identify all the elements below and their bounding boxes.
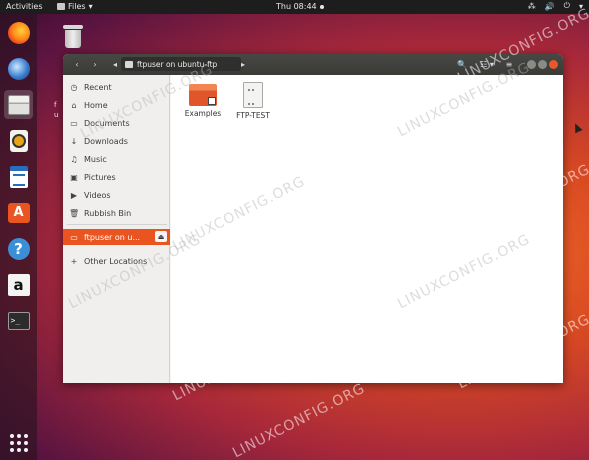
dock-help[interactable]: ? (4, 234, 33, 263)
dock-software[interactable]: A (4, 198, 33, 227)
network-icon: ⁂ (527, 1, 536, 11)
volume-icon: 🔊 (544, 1, 555, 11)
files-icon (7, 94, 30, 115)
sidebar-item-label: Recent (84, 82, 112, 92)
home-icon: ⌂ (71, 100, 77, 110)
terminal-icon: >_ (7, 311, 30, 330)
file-name: Examples (184, 109, 222, 118)
search-button[interactable]: 🔍 (456, 58, 468, 71)
trash-icon: 🗑 (69, 208, 80, 218)
sidebar-item-pictures[interactable]: ▣ Pictures (63, 169, 170, 185)
activities-button[interactable]: Activities (6, 2, 43, 11)
sidebar-item-documents[interactable]: ▭ Documents (63, 115, 170, 131)
desktop-trash-icon[interactable] (63, 25, 83, 49)
text-file-icon (243, 82, 263, 108)
dock: A ? a >_ (0, 14, 37, 460)
system-status-menu[interactable]: ⁂ 🔊 ⏻ ▾ (528, 1, 583, 11)
dock-thunderbird[interactable] (4, 54, 33, 83)
folder-link-icon (189, 84, 217, 106)
camera-icon: ▣ (70, 172, 78, 182)
network-drive-icon: ▭ (70, 232, 78, 242)
sidebar-item-label: Videos (84, 190, 111, 200)
clock-icon: ◷ (70, 82, 78, 92)
path-scroll-left-button[interactable]: ◂ (110, 58, 120, 71)
dock-terminal[interactable]: >_ (4, 306, 33, 335)
path-location-button[interactable]: ftpuser on ubuntu-ftp (121, 57, 241, 71)
sidebar-item-label: Home (84, 100, 108, 110)
thunderbird-icon (7, 57, 30, 80)
dock-writer[interactable] (4, 162, 33, 191)
app-menu-label: Files (68, 2, 86, 11)
amazon-icon: a (7, 273, 30, 296)
sidebar-item-label: Documents (84, 118, 130, 128)
chevron-down-icon: ▾ (88, 2, 93, 11)
show-applications-button[interactable] (4, 428, 33, 457)
sidebar-item-label: ftpuser on u... (84, 232, 141, 242)
show-apps-icon (9, 433, 28, 452)
sidebar-item-music[interactable]: ♫ Music (63, 151, 170, 167)
document-icon: ▭ (70, 118, 78, 128)
desktop-item-label: f u (54, 101, 59, 119)
minimize-button[interactable] (527, 60, 536, 69)
clock-label: Thu 08:44 (276, 2, 317, 11)
dock-files[interactable] (4, 90, 33, 119)
dock-rhythmbox[interactable] (4, 126, 33, 155)
sidebar-item-ftp-mount[interactable]: ▭ ftpuser on u... ⏏ (63, 229, 170, 245)
file-item-ftp-test[interactable]: FTP-TEST (225, 82, 281, 120)
rhythmbox-icon (9, 129, 28, 152)
help-icon: ? (7, 237, 30, 260)
dock-firefox[interactable] (4, 18, 33, 47)
file-name: FTP-TEST (236, 111, 270, 120)
top-bar: Activities Files ▾ Thu 08:44 ⁂ 🔊 ⏻ ▾ (0, 0, 589, 14)
sidebar-item-rubbish-bin[interactable]: 🗑 Rubbish Bin (63, 205, 170, 221)
sidebar-item-home[interactable]: ⌂ Home (63, 97, 170, 113)
location-label: ftpuser on ubuntu-ftp (137, 59, 218, 69)
eject-icon[interactable]: ⏏ (155, 231, 167, 242)
file-item-examples[interactable]: Examples (175, 82, 231, 118)
file-view[interactable]: Examples FTP-TEST (171, 75, 563, 383)
menu-button[interactable]: ≡ (503, 58, 515, 71)
sidebar-item-label: Other Locations (84, 256, 148, 266)
firefox-icon (7, 21, 30, 44)
chevron-down-icon: ▾ (578, 1, 583, 11)
network-folder-icon (125, 60, 133, 68)
notification-dot (319, 4, 324, 9)
files-window: ‹ › ◂ ftpuser on ubuntu-ftp ▸ 🔍 ☷ ▾ ≡ ◷ … (63, 54, 563, 383)
maximize-button[interactable] (538, 60, 547, 69)
close-button[interactable] (549, 60, 558, 69)
software-icon: A (7, 202, 30, 223)
sidebar-item-label: Rubbish Bin (84, 208, 132, 218)
app-menu-files[interactable]: Files ▾ (57, 2, 93, 11)
plus-icon: + (70, 256, 78, 266)
watermark: LINUXCONFIG.ORG (230, 380, 368, 460)
sidebar-item-downloads[interactable]: ↓ Downloads (63, 133, 170, 149)
clock[interactable]: Thu 08:44 (276, 2, 324, 11)
header-bar: ‹ › ◂ ftpuser on ubuntu-ftp ▸ 🔍 ☷ ▾ ≡ (63, 54, 563, 75)
sidebar-item-label: Music (84, 154, 107, 164)
places-sidebar: ◷ Recent ⌂ Home ▭ Documents ↓ Downloads … (63, 75, 170, 383)
music-icon: ♫ (70, 154, 78, 164)
writer-icon (9, 165, 28, 188)
sidebar-item-label: Pictures (84, 172, 116, 182)
mouse-cursor-icon (571, 121, 583, 134)
files-app-icon (57, 3, 65, 10)
sidebar-item-other-locations[interactable]: + Other Locations (63, 253, 170, 269)
path-scroll-right-button[interactable]: ▸ (237, 58, 249, 71)
forward-button[interactable]: › (87, 58, 103, 71)
sidebar-item-label: Downloads (84, 136, 128, 146)
back-button[interactable]: ‹ (69, 58, 85, 71)
download-icon: ↓ (70, 136, 78, 146)
sidebar-divider (67, 224, 167, 225)
sidebar-item-videos[interactable]: ▶ Videos (63, 187, 170, 203)
dock-amazon[interactable]: a (4, 270, 33, 299)
video-icon: ▶ (70, 190, 78, 200)
sidebar-item-recent[interactable]: ◷ Recent (63, 79, 170, 95)
view-options-button[interactable]: ☷ ▾ (480, 58, 494, 71)
power-icon: ⏻ (563, 1, 570, 10)
